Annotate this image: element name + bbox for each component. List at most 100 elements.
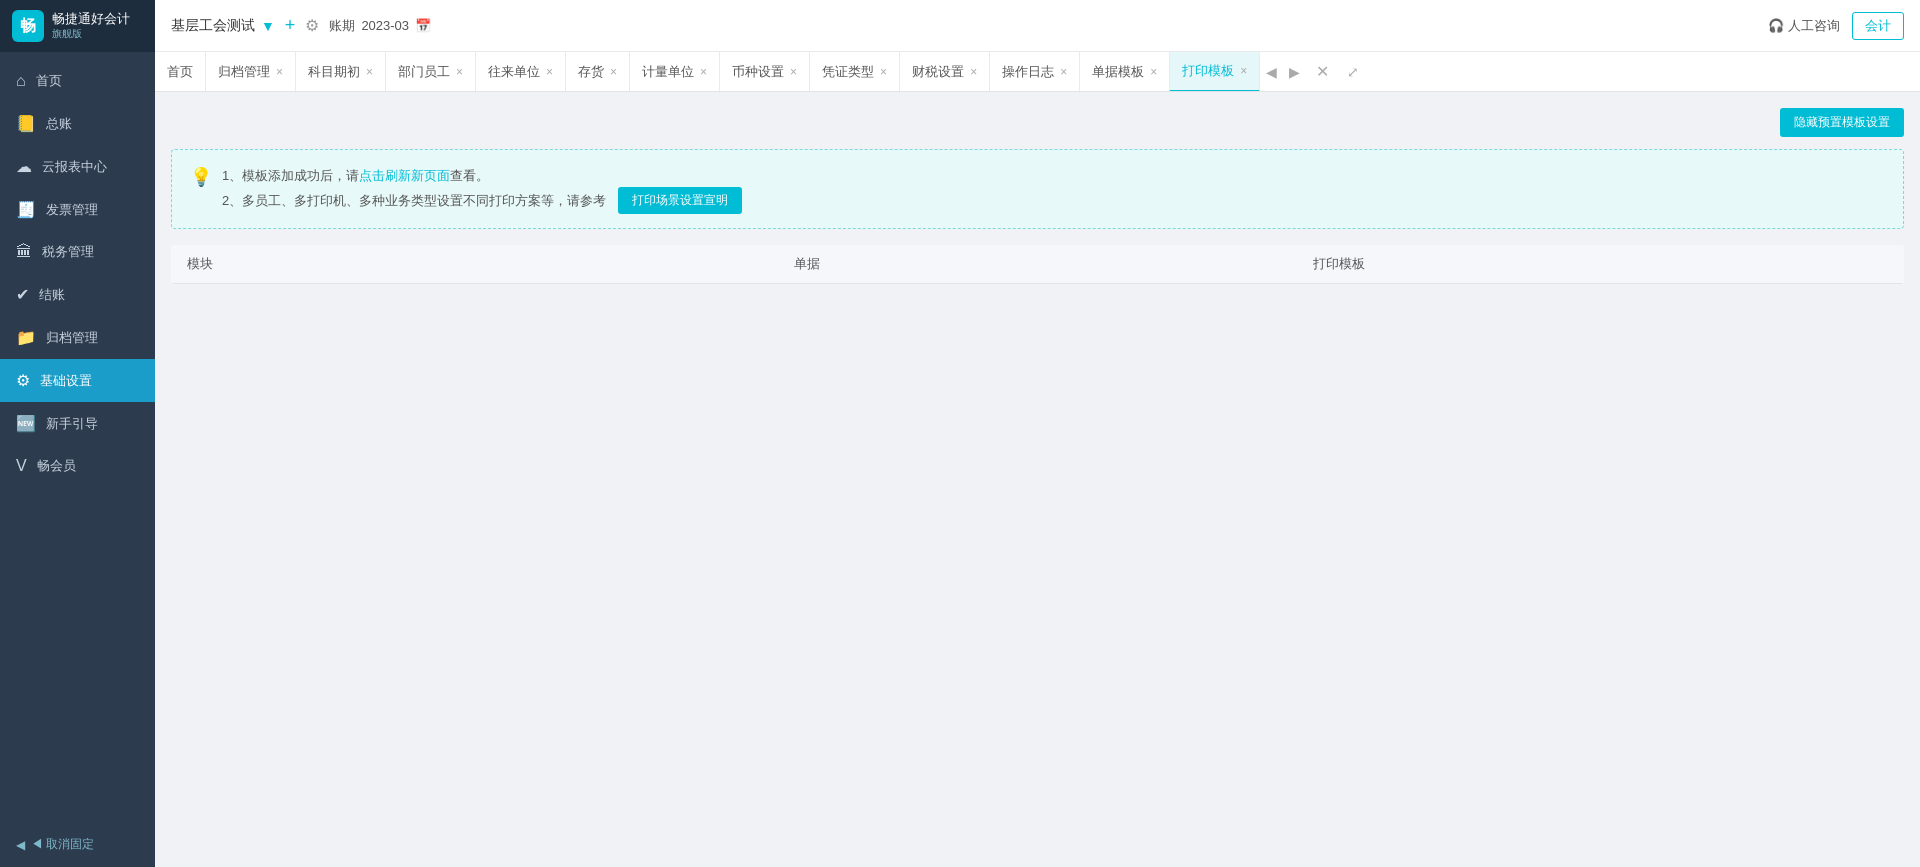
tab-home[interactable]: 首页 <box>155 52 206 92</box>
tab-close-department-staff[interactable]: × <box>456 65 463 79</box>
tab-close-operation-log[interactable]: × <box>1060 65 1067 79</box>
tab-partners[interactable]: 往来单位 × <box>476 52 566 92</box>
tab-close-archive-mgmt[interactable]: × <box>276 65 283 79</box>
company-name: 基层工会测试 <box>171 17 255 35</box>
nav-label-home: 首页 <box>36 72 62 90</box>
print-template-table: 模块 单据 打印模板 <box>171 245 1904 284</box>
main-area: 基层工会测试 ▼ + ⚙ 账期 2023-03 📅 🎧 人工咨询 会计 首页归档… <box>155 0 1920 867</box>
tab-voucher-type[interactable]: 凭证类型 × <box>810 52 900 92</box>
nav-label-basic-settings: 基础设置 <box>40 372 92 390</box>
tab-label-department-staff: 部门员工 <box>398 63 450 81</box>
sidebar-item-home[interactable]: ⌂首页 <box>0 60 155 102</box>
tab-tax-settings[interactable]: 财税设置 × <box>900 52 990 92</box>
tab-label-currency: 币种设置 <box>732 63 784 81</box>
nav-label-guide: 新手引导 <box>46 415 98 433</box>
sidebar-item-cloud-report[interactable]: ☁ 云报表中心 <box>0 145 155 188</box>
info-line2: 2、多员工、多打印机、多种业务类型设置不同打印方案等，请参考 打印场景设置宣明 <box>222 187 742 214</box>
sidebar-logo: 畅 畅捷通好会计 旗舰版 <box>0 0 155 52</box>
headset-icon: 🎧 <box>1768 18 1784 33</box>
topbar-right: 🎧 人工咨询 会计 <box>1768 12 1904 40</box>
nav-icon-archive: 📁 <box>16 328 36 347</box>
content-area: 隐藏预置模板设置 💡 1、模板添加成功后，请点击刷新新页面查看。 2、多员工、多… <box>155 92 1920 867</box>
tab-expand[interactable]: ⤢ <box>1339 64 1367 80</box>
tab-print-template[interactable]: 打印模板 × <box>1170 52 1260 92</box>
tab-label-tax-settings: 财税设置 <box>912 63 964 81</box>
tab-close-inventory[interactable]: × <box>610 65 617 79</box>
tab-close-single-form[interactable]: × <box>1150 65 1157 79</box>
tab-close-currency[interactable]: × <box>790 65 797 79</box>
refresh-link[interactable]: 点击刷新新页面 <box>359 168 450 183</box>
tab-unit[interactable]: 计量单位 × <box>630 52 720 92</box>
tab-label-subject-init: 科目期初 <box>308 63 360 81</box>
company-selector[interactable]: 基层工会测试 ▼ <box>171 17 275 35</box>
nav-icon-checkout: ✔ <box>16 285 29 304</box>
nav-label-archive: 归档管理 <box>46 329 98 347</box>
tab-nav-right[interactable]: ▶ <box>1283 64 1306 80</box>
tab-nav-left[interactable]: ◀ <box>1260 64 1283 80</box>
tab-operation-log[interactable]: 操作日志 × <box>990 52 1080 92</box>
nav-icon-invoice: 🧾 <box>16 200 36 219</box>
tab-archive-mgmt[interactable]: 归档管理 × <box>206 52 296 92</box>
tab-single-form[interactable]: 单据模板 × <box>1080 52 1170 92</box>
topbar: 基层工会测试 ▼ + ⚙ 账期 2023-03 📅 🎧 人工咨询 会计 <box>155 0 1920 52</box>
hide-template-btn-container: 隐藏预置模板设置 <box>171 108 1904 137</box>
sidebar-item-tax[interactable]: 🏛税务管理 <box>0 231 155 273</box>
sidebar-item-ledger[interactable]: 📒总账 <box>0 102 155 145</box>
tab-close-partners[interactable]: × <box>546 65 553 79</box>
sidebar-footer[interactable]: ◀ ◀ 取消固定 <box>0 822 155 867</box>
tab-currency[interactable]: 币种设置 × <box>720 52 810 92</box>
tab-label-inventory: 存货 <box>578 63 604 81</box>
unpin-icon: ◀ <box>16 838 25 852</box>
lightbulb-icon: 💡 <box>190 166 212 188</box>
sidebar: 畅 畅捷通好会计 旗舰版 ⌂首页📒总账 ☁ 云报表中心 🧾 发票管理 🏛税务管理✔结账 📁 归… <box>0 0 155 867</box>
logo-icon: 畅 <box>12 10 44 42</box>
info-line1-after: 查看。 <box>450 168 489 183</box>
sidebar-item-checkout[interactable]: ✔结账 <box>0 273 155 316</box>
nav-icon-cloud-report: ☁ <box>16 157 32 176</box>
period-value: 2023-03 <box>361 18 409 33</box>
tab-close-unit[interactable]: × <box>700 65 707 79</box>
sidebar-item-basic-settings[interactable]: ⚙基础设置 <box>0 359 155 402</box>
tab-label-voucher-type: 凭证类型 <box>822 63 874 81</box>
tab-department-staff[interactable]: 部门员工 × <box>386 52 476 92</box>
add-tab-button[interactable]: + <box>285 15 296 36</box>
tab-close-print-template[interactable]: × <box>1240 64 1247 78</box>
support-label: 人工咨询 <box>1788 17 1840 35</box>
nav-label-member: 畅会员 <box>37 457 76 475</box>
period-label: 账期 <box>329 17 355 35</box>
tab-close-voucher-type[interactable]: × <box>880 65 887 79</box>
tab-close-all[interactable]: ✕ <box>1306 62 1339 81</box>
sidebar-item-guide[interactable]: 🆕 新手引导 <box>0 402 155 445</box>
info-text: 1、模板添加成功后，请点击刷新新页面查看。 2、多员工、多打印机、多种业务类型设… <box>222 164 742 214</box>
sidebar-item-archive[interactable]: 📁 归档管理 <box>0 316 155 359</box>
tab-label-unit: 计量单位 <box>642 63 694 81</box>
tab-label-archive-mgmt: 归档管理 <box>218 63 270 81</box>
support-button[interactable]: 🎧 人工咨询 <box>1768 17 1840 35</box>
tab-label-operation-log: 操作日志 <box>1002 63 1054 81</box>
period-selector[interactable]: 账期 2023-03 📅 <box>329 17 431 35</box>
col-header-order: 单据 <box>778 245 1298 284</box>
nav-icon-tax: 🏛 <box>16 243 32 261</box>
tab-subject-init[interactable]: 科目期初 × <box>296 52 386 92</box>
calendar-icon[interactable]: 📅 <box>415 18 431 33</box>
print-explain-button[interactable]: 打印场景设置宣明 <box>618 187 742 214</box>
company-dropdown-icon[interactable]: ▼ <box>261 18 275 34</box>
hide-template-button[interactable]: 隐藏预置模板设置 <box>1780 108 1904 137</box>
sidebar-item-member[interactable]: V 畅会员 <box>0 445 155 487</box>
tab-label-home: 首页 <box>167 63 193 81</box>
tab-close-tax-settings[interactable]: × <box>970 65 977 79</box>
nav-label-invoice: 发票管理 <box>46 201 98 219</box>
info-line2-before: 2、多员工、多打印机、多种业务类型设置不同打印方案等，请参考 <box>222 189 606 212</box>
tab-label-print-template: 打印模板 <box>1182 62 1234 80</box>
account-button[interactable]: 会计 <box>1852 12 1904 40</box>
tabbar: 首页归档管理 ×科目期初 ×部门员工 ×往来单位 ×存货 ×计量单位 ×币种设置… <box>155 52 1920 92</box>
col-header-module: 模块 <box>171 245 778 284</box>
nav-label-cloud-report: 云报表中心 <box>42 158 107 176</box>
logo-title: 畅捷通好会计 <box>52 11 130 28</box>
settings-icon[interactable]: ⚙ <box>305 16 319 35</box>
sidebar-item-invoice[interactable]: 🧾 发票管理 <box>0 188 155 231</box>
nav-icon-member: V <box>16 457 27 475</box>
tab-close-subject-init[interactable]: × <box>366 65 373 79</box>
nav-icon-guide: 🆕 <box>16 414 36 433</box>
tab-inventory[interactable]: 存货 × <box>566 52 630 92</box>
